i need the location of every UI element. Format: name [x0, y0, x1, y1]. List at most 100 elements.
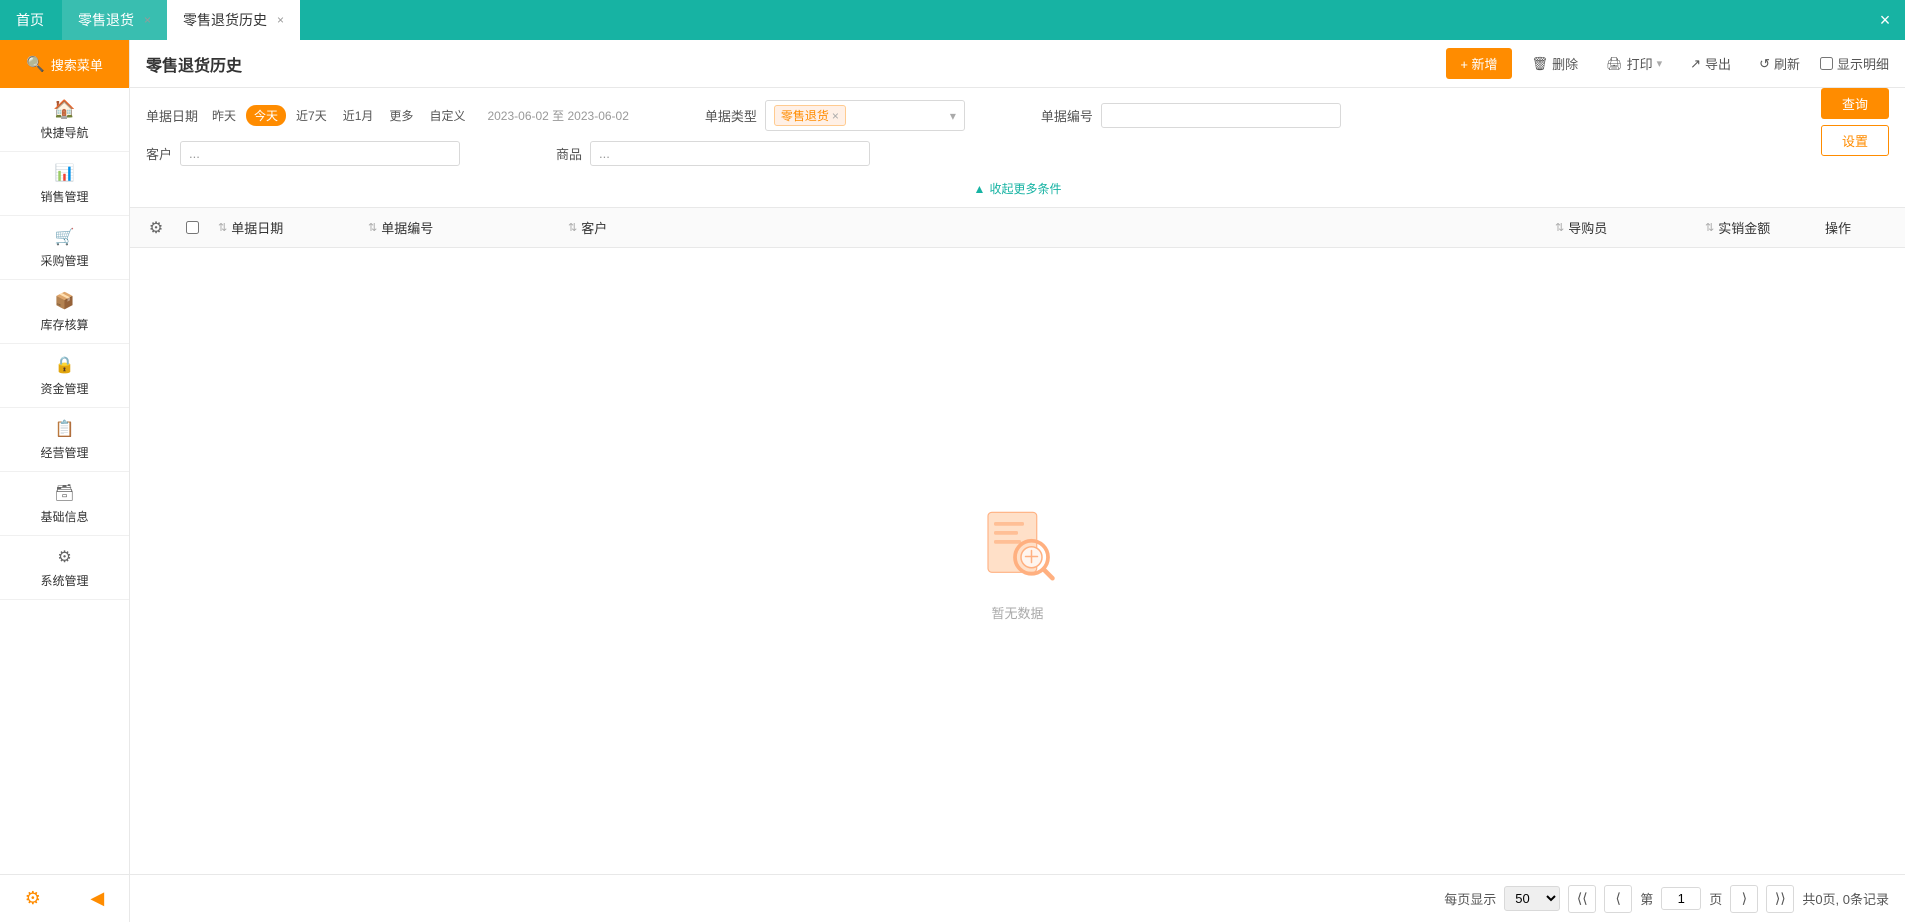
- goods-filter-label: 商品: [556, 144, 582, 163]
- page-prev-button[interactable]: ⟨: [1604, 885, 1632, 913]
- settings-button[interactable]: 设置: [1821, 125, 1889, 156]
- export-icon: ↗: [1690, 56, 1701, 72]
- sidebar-item-inventory-label: 库存核算: [40, 316, 88, 333]
- total-label: 共0页, 0条记录: [1802, 889, 1889, 908]
- tab-retail-return-close[interactable]: ×: [144, 13, 151, 27]
- query-buttons: 查询 设置: [1821, 88, 1889, 156]
- tab-home[interactable]: 首页: [0, 0, 60, 40]
- table-select-all-checkbox[interactable]: [174, 221, 210, 234]
- date-filter-item: 单据日期 昨天 今天 近7天 近1月 更多 自定义: [146, 105, 471, 126]
- tab-retail-return-label: 零售退货: [78, 10, 134, 30]
- sidebar-search-label: 搜索菜单: [51, 55, 103, 74]
- sidebar-collapse-button[interactable]: ◀: [90, 888, 104, 909]
- col-date-sort-icon: ⇅: [218, 221, 227, 234]
- search-icon: 🔍: [26, 55, 45, 73]
- sidebar-item-quick-nav-label: 快捷导航: [40, 124, 88, 141]
- goods-select[interactable]: ...: [590, 141, 870, 166]
- date-range-item: 2023-06-02 至 2023-06-02: [487, 107, 628, 124]
- export-button[interactable]: ↗ 导出: [1682, 50, 1739, 77]
- page-number-input[interactable]: [1661, 887, 1701, 910]
- sidebar-item-operations[interactable]: 📋 经营管理: [0, 408, 129, 472]
- table-settings-button[interactable]: ⚙: [138, 218, 174, 238]
- sidebar-nav: 🏠 快捷导航 📊 销售管理 🛒 采购管理 📦 库存核算 🔒 资金管理 📋: [0, 88, 129, 874]
- date-range-display: 2023-06-02 至 2023-06-02: [487, 107, 628, 124]
- date-btn-yesterday[interactable]: 昨天: [206, 105, 242, 126]
- bill-type-select[interactable]: 零售退货 × ▾: [765, 100, 965, 131]
- content-area: 零售退货历史 + 新增 🗑 删除 🖨 打印 ▾ ↗ 导出 ↺: [130, 40, 1905, 922]
- refresh-label: 刷新: [1774, 54, 1800, 73]
- delete-icon: 🗑: [1532, 56, 1549, 72]
- page-last-button[interactable]: ⟩⟩: [1766, 885, 1794, 913]
- sidebar-item-sales-mgmt[interactable]: 📊 销售管理: [0, 152, 129, 216]
- collapse-row: ▲ 收起更多条件: [146, 176, 1889, 203]
- col-billno-label: 单据编号: [381, 218, 433, 237]
- date-btn-1month[interactable]: 近1月: [337, 105, 380, 126]
- page-title: 零售退货历史: [146, 52, 242, 76]
- tab-retail-return-history-close[interactable]: ×: [277, 13, 284, 27]
- sidebar-item-basic-info[interactable]: 🗃 基础信息: [0, 472, 129, 536]
- sidebar-settings-button[interactable]: ⚙: [25, 888, 41, 909]
- table-area: ⚙ ⇅ 单据日期 ⇅ 单据编号 ⇅ 客户 ⇅ 导购员: [130, 208, 1905, 874]
- col-action: 操作: [1817, 218, 1897, 237]
- query-button[interactable]: 查询: [1821, 88, 1889, 119]
- date-btn-today[interactable]: 今天: [246, 105, 286, 126]
- delete-label: 删除: [1552, 54, 1578, 73]
- sidebar-search-button[interactable]: 🔍 搜索菜单: [0, 40, 129, 88]
- bill-no-filter-item: 单据编号: [1041, 103, 1341, 128]
- col-amount[interactable]: ⇅ 实销金额: [1697, 218, 1817, 237]
- customer-filter-label: 客户: [146, 144, 172, 163]
- tab-home-label: 首页: [16, 10, 44, 30]
- select-all-input[interactable]: [186, 221, 199, 234]
- main-layout: 🔍 搜索菜单 🏠 快捷导航 📊 销售管理 🛒 采购管理 📦 库存核算 🔒: [0, 40, 1905, 922]
- col-customer[interactable]: ⇅ 客户: [560, 218, 1547, 237]
- col-amount-label: 实销金额: [1718, 218, 1770, 237]
- tab-retail-return-history[interactable]: 零售退货历史 ×: [167, 0, 300, 40]
- sidebar-item-quick-nav[interactable]: 🏠 快捷导航: [0, 88, 129, 152]
- sidebar-item-finance[interactable]: 🔒 资金管理: [0, 344, 129, 408]
- window-close-button[interactable]: ×: [1865, 0, 1905, 40]
- collapse-button[interactable]: ▲ 收起更多条件: [974, 180, 1062, 197]
- refresh-button[interactable]: ↺ 刷新: [1751, 50, 1808, 77]
- bill-no-label: 单据编号: [1041, 106, 1093, 125]
- date-btn-more[interactable]: 更多: [383, 105, 419, 126]
- col-guide-sort-icon: ⇅: [1555, 221, 1564, 234]
- bill-type-arrow-icon: ▾: [950, 109, 956, 123]
- tab-retail-return[interactable]: 零售退货 ×: [62, 0, 167, 40]
- bill-type-label: 单据类型: [705, 106, 757, 125]
- filter-area: 单据日期 昨天 今天 近7天 近1月 更多 自定义 2023-06-02 至 2…: [130, 88, 1905, 208]
- customer-select[interactable]: ...: [180, 141, 460, 166]
- sales-icon: 📊: [54, 162, 76, 184]
- filter-row-2: 客户 ... 商品 ...: [146, 141, 1889, 166]
- col-date-label: 单据日期: [231, 218, 283, 237]
- new-button[interactable]: + 新增: [1446, 48, 1511, 79]
- col-billno[interactable]: ⇅ 单据编号: [360, 218, 560, 237]
- sidebar-item-inventory[interactable]: 📦 库存核算: [0, 280, 129, 344]
- page-first-button[interactable]: ⟨⟨: [1568, 885, 1596, 913]
- col-guide[interactable]: ⇅ 导购员: [1547, 218, 1697, 237]
- filter-row-1: 单据日期 昨天 今天 近7天 近1月 更多 自定义 2023-06-02 至 2…: [146, 100, 1889, 131]
- bill-no-input[interactable]: [1101, 103, 1341, 128]
- print-button[interactable]: 🖨 打印 ▾: [1598, 50, 1670, 77]
- date-btn-7days[interactable]: 近7天: [290, 105, 333, 126]
- col-amount-sort-icon: ⇅: [1705, 221, 1714, 234]
- per-page-select[interactable]: 10 20 50 100: [1504, 886, 1560, 911]
- page-next-button[interactable]: ⟩: [1730, 885, 1758, 913]
- bill-type-tag-close[interactable]: ×: [832, 109, 839, 123]
- show-detail-checkbox[interactable]: [1820, 57, 1833, 70]
- tab-retail-return-history-label: 零售退货历史: [183, 10, 267, 30]
- print-arrow-icon: ▾: [1657, 57, 1663, 70]
- col-customer-label: 客户: [581, 218, 607, 237]
- table-body: 暂无数据: [130, 248, 1905, 874]
- col-billno-sort-icon: ⇅: [368, 221, 377, 234]
- customer-filter-item: 客户 ...: [146, 141, 460, 166]
- pagination-bar: 每页显示 10 20 50 100 ⟨⟨ ⟨ 第 页 ⟩ ⟩⟩ 共0页, 0条记…: [130, 874, 1905, 922]
- sidebar-item-system[interactable]: ⚙ 系统管理: [0, 536, 129, 600]
- col-date[interactable]: ⇅ 单据日期: [210, 218, 360, 237]
- date-btn-custom[interactable]: 自定义: [423, 105, 471, 126]
- delete-button[interactable]: 🗑 删除: [1524, 50, 1587, 77]
- sidebar-item-purchase-mgmt[interactable]: 🛒 采购管理: [0, 216, 129, 280]
- show-detail-checkbox-label[interactable]: 显示明细: [1820, 54, 1889, 73]
- home-icon: 🏠: [54, 98, 76, 120]
- system-icon: ⚙: [54, 546, 76, 568]
- header-actions: + 新增 🗑 删除 🖨 打印 ▾ ↗ 导出 ↺ 刷新: [1446, 48, 1889, 79]
